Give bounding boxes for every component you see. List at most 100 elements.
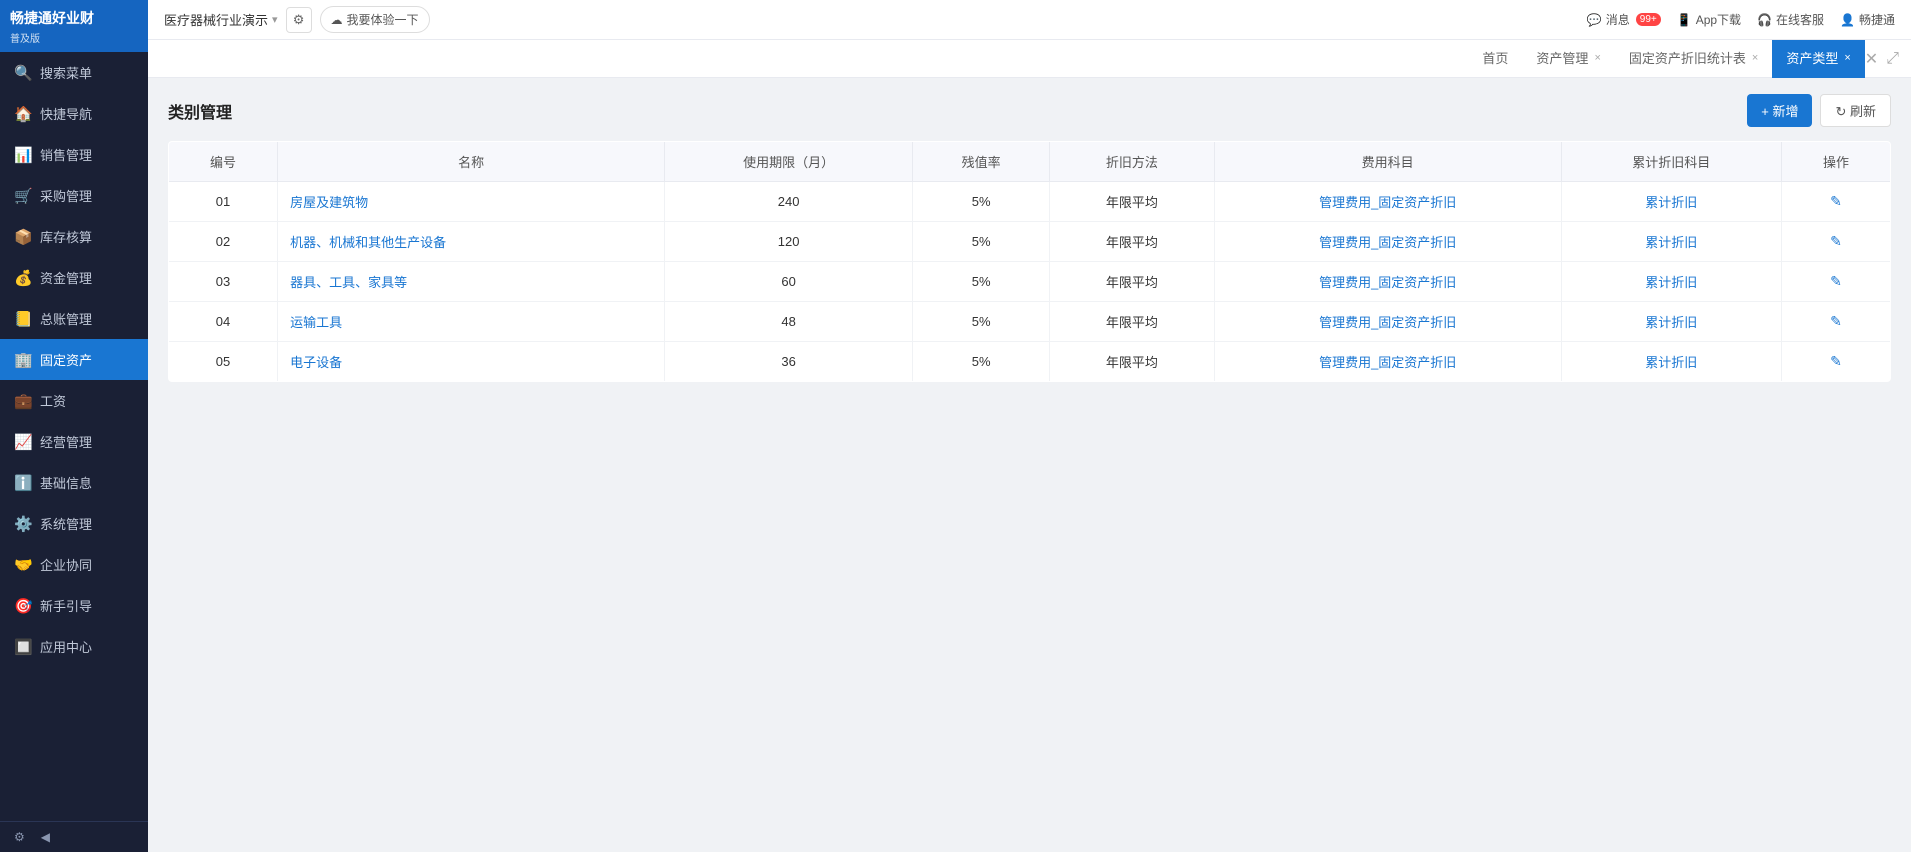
edit-icon-1[interactable]: ✎: [1830, 233, 1842, 249]
cell-expense-1: 管理费用_固定资产折旧: [1214, 222, 1561, 262]
tab-asset-type[interactable]: 资产类型 ×: [1772, 40, 1864, 78]
cell-residual-3: 5%: [913, 302, 1050, 342]
sidebar-item-operations[interactable]: 📈经营管理: [0, 421, 148, 462]
sidebar-label-fixed-assets: 固定资产: [40, 350, 92, 369]
topbar-user[interactable]: 👤畅捷通: [1840, 11, 1895, 28]
sidebar-icon-app-center: 🔲: [14, 638, 32, 656]
edit-icon-2[interactable]: ✎: [1830, 273, 1842, 289]
sidebar-item-guide[interactable]: 🎯 新手引导: [0, 585, 148, 626]
tab-label-asset-mgmt: 资产管理: [1536, 48, 1588, 67]
edit-icon-0[interactable]: ✎: [1830, 193, 1842, 209]
company-selector[interactable]: 医疗器械行业演示 ▾: [164, 10, 278, 29]
sidebar-bottom-bar: ⚙ ◀: [0, 821, 148, 852]
sidebar-icon-fixed-assets: 🏢: [14, 351, 32, 369]
cell-action-2[interactable]: ✎: [1781, 262, 1890, 302]
tab-close-asset-mgmt[interactable]: ×: [1594, 52, 1600, 64]
app-logo-sub: 普及版: [10, 30, 40, 45]
cell-action-3[interactable]: ✎: [1781, 302, 1890, 342]
tab-close-window-icon[interactable]: ✕: [1865, 49, 1878, 69]
page-content: 类别管理 + 新增 ↻ 刷新 编号名称使用期限（月）残值率折旧方法费用科目累计折…: [148, 78, 1911, 852]
sidebar-item-inventory[interactable]: 📦库存核算: [0, 216, 148, 257]
sidebar-item-quick-nav[interactable]: 🏠快捷导航: [0, 93, 148, 134]
sidebar-item-search[interactable]: 🔍搜索菜单: [0, 52, 148, 93]
tab-close-depreciation-table[interactable]: ×: [1752, 52, 1758, 64]
online-service-label: 在线客服: [1776, 11, 1824, 28]
sidebar-item-purchase[interactable]: 🛒采购管理: [0, 175, 148, 216]
topbar-app-download[interactable]: 📱App下载: [1677, 11, 1741, 28]
sidebar-item-sales[interactable]: 📊销售管理: [0, 134, 148, 175]
topbar: 医疗器械行业演示 ▾ ⚙ ☁ 我要体验一下 💬消息99+ 📱App下载 🎧 在线客服 👤…: [148, 0, 1911, 40]
topbar-messages[interactable]: 💬消息99+: [1587, 11, 1661, 28]
app-logo: 畅捷通好业财 普及版: [0, 0, 148, 52]
sidebar-label-ledger: 总账管理: [40, 309, 92, 328]
topbar-settings-button[interactable]: ⚙: [286, 7, 312, 33]
table-header-row: 编号名称使用期限（月）残值率折旧方法费用科目累计折旧科目操作: [169, 142, 1891, 182]
sidebar-item-fixed-assets[interactable]: 🏢 固定资产: [0, 339, 148, 380]
table-row: 01 房屋及建筑物 240 5% 年限平均 管理费用_固定资产折旧 累计折旧 ✎: [169, 182, 1891, 222]
sidebar-label-sales: 销售管理: [40, 145, 92, 164]
tab-label-asset-type: 资产类型: [1786, 48, 1838, 67]
topbar-online-service[interactable]: 🎧 在线客服: [1757, 11, 1824, 28]
cell-period-4: 36: [665, 342, 913, 382]
cell-period-0: 240: [665, 182, 913, 222]
cell-action-0[interactable]: ✎: [1781, 182, 1890, 222]
sidebar-item-system[interactable]: ⚙️系统管理: [0, 503, 148, 544]
col-header-5: 费用科目: [1214, 142, 1561, 182]
sidebar-icon-system: ⚙️: [14, 515, 32, 533]
edit-icon-3[interactable]: ✎: [1830, 313, 1842, 329]
experience-button[interactable]: ☁ 我要体验一下: [320, 6, 430, 33]
cell-residual-0: 5%: [913, 182, 1050, 222]
online-service-icon: 🎧: [1757, 13, 1772, 27]
cell-period-3: 48: [665, 302, 913, 342]
sidebar-item-base-info[interactable]: ℹ️ 基础信息: [0, 462, 148, 503]
tab-maximize-icon[interactable]: ⤢: [1886, 50, 1899, 68]
cell-residual-2: 5%: [913, 262, 1050, 302]
sidebar-label-inventory: 库存核算: [40, 227, 92, 246]
sidebar-settings-icon[interactable]: ⚙: [14, 830, 25, 844]
sidebar-label-purchase: 采购管理: [40, 186, 92, 205]
sidebar-label-base-info: 基础信息: [40, 473, 92, 492]
sidebar-item-ledger[interactable]: 📒 总账管理: [0, 298, 148, 339]
category-table: 编号名称使用期限（月）残值率折旧方法费用科目累计折旧科目操作 01 房屋及建筑物…: [168, 141, 1891, 382]
refresh-button[interactable]: ↻ 刷新: [1820, 94, 1891, 127]
sidebar-item-capital[interactable]: 💰资金管理: [0, 257, 148, 298]
sidebar-icon-base-info: ℹ️: [14, 474, 32, 492]
cell-action-4[interactable]: ✎: [1781, 342, 1890, 382]
sidebar-item-salary[interactable]: 💼工资: [0, 380, 148, 421]
sidebar-label-guide: 新手引导: [40, 596, 92, 615]
experience-cloud-icon: ☁: [331, 13, 343, 27]
sidebar-icon-guide: 🎯: [14, 597, 32, 615]
cell-name-4: 电子设备: [278, 342, 665, 382]
cell-code-4: 05: [169, 342, 278, 382]
sidebar-icon-enterprise: 🤝: [14, 556, 32, 574]
cell-residual-4: 5%: [913, 342, 1050, 382]
cell-action-1[interactable]: ✎: [1781, 222, 1890, 262]
cell-method-2: 年限平均: [1050, 262, 1215, 302]
sidebar-item-app-center[interactable]: 🔲应用中心: [0, 626, 148, 667]
col-header-4: 折旧方法: [1050, 142, 1215, 182]
cell-expense-4: 管理费用_固定资产折旧: [1214, 342, 1561, 382]
cell-code-2: 03: [169, 262, 278, 302]
table-row: 03 器具、工具、家具等 60 5% 年限平均 管理费用_固定资产折旧 累计折旧…: [169, 262, 1891, 302]
tab-home[interactable]: 首页: [1468, 40, 1522, 78]
sidebar-item-enterprise[interactable]: 🤝 企业协同: [0, 544, 148, 585]
cell-code-3: 04: [169, 302, 278, 342]
tab-close-asset-type[interactable]: ×: [1844, 52, 1850, 64]
messages-label: 消息: [1606, 11, 1630, 28]
new-button[interactable]: + 新增: [1747, 94, 1812, 127]
sidebar-icon-ledger: 📒: [14, 310, 32, 328]
col-header-2: 使用期限（月）: [665, 142, 913, 182]
sidebar-collapse-icon[interactable]: ◀: [41, 830, 50, 844]
page-header: 类别管理 + 新增 ↻ 刷新: [168, 94, 1891, 127]
sidebar-icon-operations: 📈: [14, 433, 32, 451]
sidebar-label-enterprise: 企业协同: [40, 555, 92, 574]
cell-method-3: 年限平均: [1050, 302, 1215, 342]
sidebar-label-salary: 工资: [40, 391, 66, 410]
tab-asset-mgmt[interactable]: 资产管理 ×: [1522, 40, 1614, 78]
cell-expense-2: 管理费用_固定资产折旧: [1214, 262, 1561, 302]
col-header-7: 操作: [1781, 142, 1890, 182]
tab-depreciation-table[interactable]: 固定资产折旧统计表×: [1615, 40, 1772, 78]
topbar-left: 医疗器械行业演示 ▾ ⚙ ☁ 我要体验一下: [164, 6, 1575, 33]
edit-icon-4[interactable]: ✎: [1830, 353, 1842, 369]
experience-label: 我要体验一下: [347, 11, 419, 28]
